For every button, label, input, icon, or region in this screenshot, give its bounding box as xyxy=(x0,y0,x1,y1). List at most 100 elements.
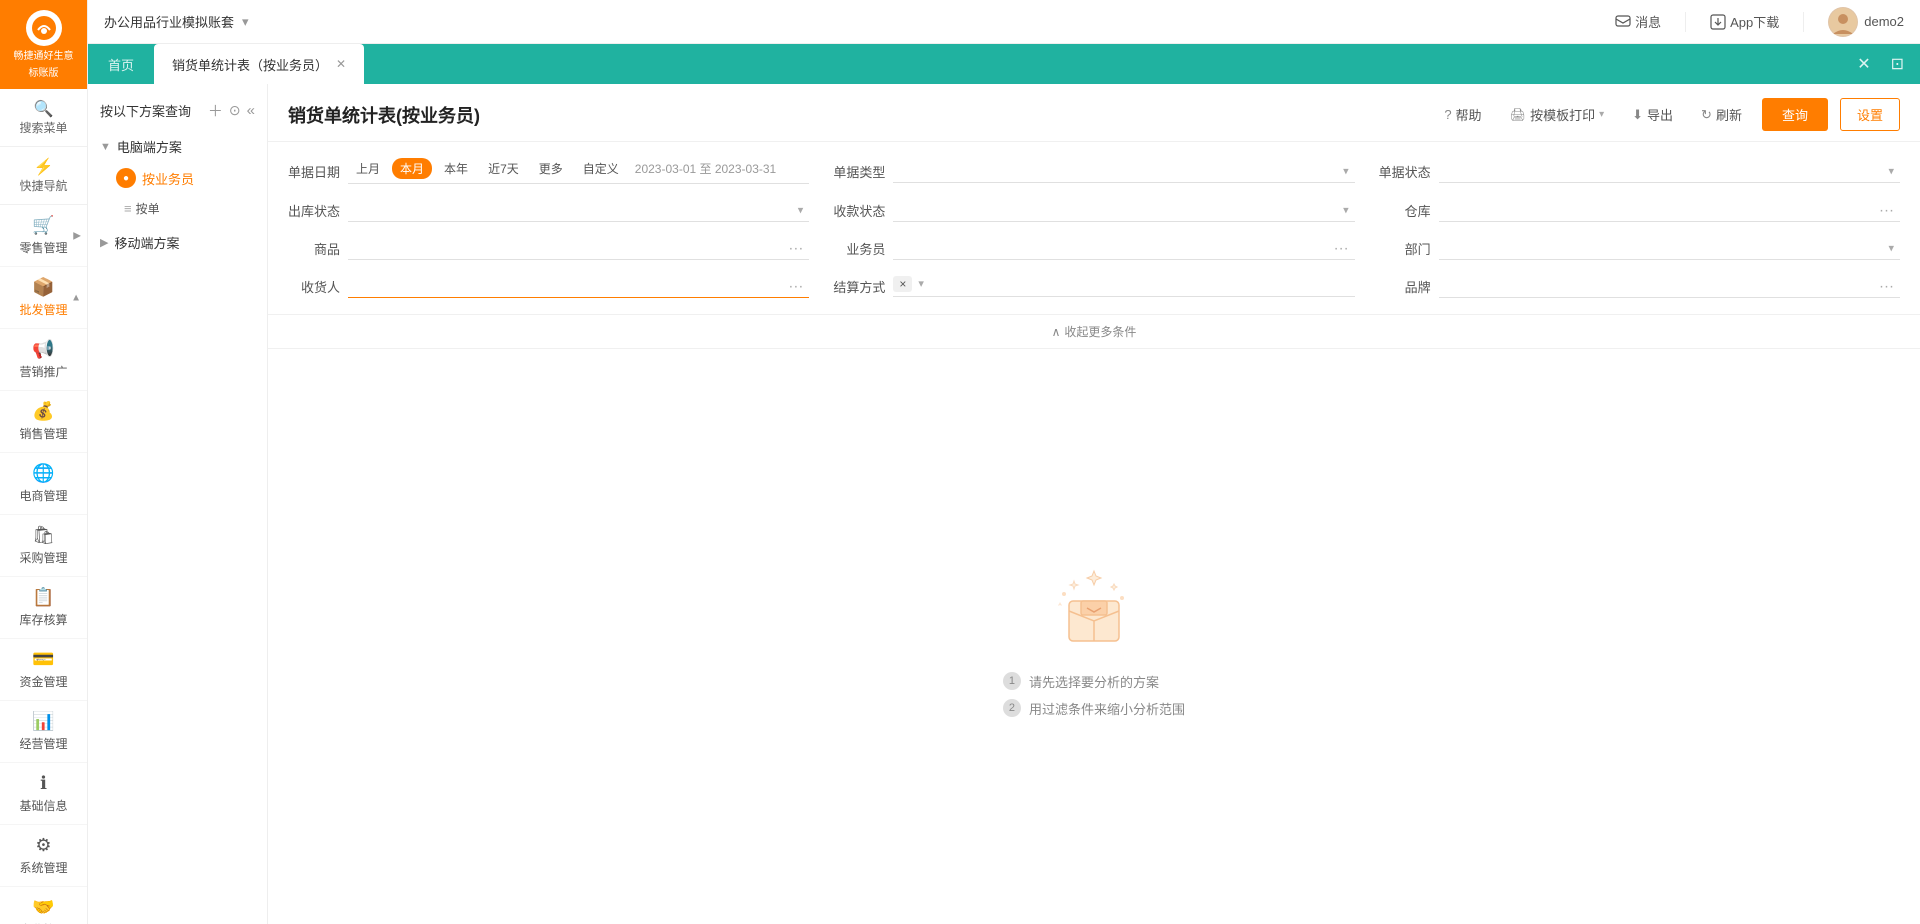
help-btn[interactable]: ? 帮助 xyxy=(1436,101,1489,128)
scheme-panel-title: 按以下方案查询 xyxy=(100,101,191,120)
settlement-tag[interactable]: × xyxy=(893,276,912,292)
sidebar-item-retail[interactable]: 🛒 零售管理 ▶ xyxy=(0,205,87,267)
user-avatar-wrap[interactable]: demo2 xyxy=(1828,7,1904,37)
sidebar-item-basic[interactable]: ℹ 基础信息 xyxy=(0,763,87,825)
scheme-edit-btn[interactable]: ⊙ xyxy=(229,102,241,119)
doc-type-select[interactable] xyxy=(893,159,1354,183)
doc-status-control: ▾ xyxy=(1439,159,1900,183)
sidebar-item-wholesale[interactable]: 📦 批发管理 ▲ xyxy=(0,267,87,329)
filter-item-warehouse: 仓库 ··· xyxy=(1379,198,1900,222)
current-company[interactable]: 办公用品行业模拟账套 xyxy=(104,12,234,31)
sidebar-item-inventory[interactable]: 📋 库存核算 xyxy=(0,577,87,639)
date-btn-custom[interactable]: 自定义 xyxy=(575,158,627,179)
tab-restore-btn[interactable]: ✕ xyxy=(1851,52,1876,76)
sidebar-item-enterprise[interactable]: 🤝 企业协同 xyxy=(0,887,87,924)
print-btn[interactable]: 🖨 按模板打印 ▾ xyxy=(1502,101,1613,128)
sidebar-item-operations[interactable]: 📊 经营管理 xyxy=(0,701,87,763)
tab-home[interactable]: 首页 xyxy=(88,44,154,84)
payment-status-select[interactable] xyxy=(893,198,1354,222)
out-status-select[interactable] xyxy=(348,198,809,222)
scheme-sub-by-order-label: 按单 xyxy=(136,200,160,217)
empty-tip-2-text: 用过滤条件来缩小分析范围 xyxy=(1029,699,1185,718)
ecommerce-icon: 🌐 xyxy=(32,463,54,484)
sidebar-item-sales[interactable]: 💰 销售管理 xyxy=(0,391,87,453)
scheme-item-by-staff-label: 按业务员 xyxy=(142,169,194,188)
sidebar-item-marketing[interactable]: 📢 营销推广 xyxy=(0,329,87,391)
doc-status-select[interactable] xyxy=(1439,159,1900,183)
app-logo[interactable]: 畅捷通好生意 标账版 xyxy=(0,0,88,89)
payment-status-control: ▾ xyxy=(893,198,1354,222)
query-button[interactable]: 查询 xyxy=(1762,98,1828,131)
sidebar-item-wholesale-label: 批发管理 xyxy=(19,301,67,318)
filter-item-brand: 品牌 ··· xyxy=(1379,274,1900,298)
tab-close-icon[interactable]: ✕ xyxy=(336,57,346,71)
scheme-group-mobile: ▶ 移动端方案 xyxy=(88,227,267,258)
date-filter-row: 上月 本月 本年 近7天 更多 自定义 2023-03-01 至 2023-03… xyxy=(348,158,809,179)
marketing-icon: 📢 xyxy=(32,339,54,360)
scheme-group-desktop-title[interactable]: ▼ 电脑端方案 xyxy=(88,131,267,162)
sidebar: 畅捷通好生意 标账版 🔍 搜索菜单 ⚡ 快捷导航 🛒 零售管理 ▶ 📦 批发管理… xyxy=(0,0,88,924)
tab-sales-stat-label: 销货单统计表（按业务员） xyxy=(172,55,328,74)
doc-status-label: 单据状态 xyxy=(1379,162,1431,181)
receiver-input[interactable] xyxy=(348,274,809,298)
settings-button[interactable]: 设置 xyxy=(1840,98,1900,131)
print-label: 按模板打印 xyxy=(1530,105,1595,124)
sidebar-quick-label: 快捷导航 xyxy=(19,179,67,193)
inventory-icon: 📋 xyxy=(32,587,54,608)
warehouse-control: ··· xyxy=(1439,198,1900,222)
brand-input[interactable] xyxy=(1439,274,1900,298)
date-btn-this-year[interactable]: 本年 xyxy=(436,158,476,179)
collapse-btn[interactable]: ∧ 收起更多条件 xyxy=(1052,323,1137,340)
scheme-sub-item-by-order[interactable]: ≡ 按单 xyxy=(88,194,267,223)
retail-arrow: ▶ xyxy=(73,230,81,241)
filter-row-4: 收货人 ··· 结算方式 × ▾ xyxy=(288,274,1900,298)
goods-input[interactable] xyxy=(348,236,809,260)
content-area: 销货单统计表(按业务员) ? 帮助 🖨 按模板打印 ▾ ⬇ 导出 xyxy=(268,84,1920,924)
out-status-label: 出库状态 xyxy=(288,201,340,220)
staff-input[interactable] xyxy=(893,236,1354,260)
refresh-btn[interactable]: ↻ 刷新 xyxy=(1693,101,1750,128)
sidebar-search[interactable]: 🔍 搜索菜单 xyxy=(0,89,87,147)
user-avatar xyxy=(1828,7,1858,37)
help-label: 帮助 xyxy=(1456,105,1482,124)
message-label: 消息 xyxy=(1635,12,1661,31)
tab-expand-btn[interactable]: ⊡ xyxy=(1885,52,1910,76)
warehouse-input[interactable] xyxy=(1439,198,1900,222)
basic-icon: ℹ xyxy=(40,773,47,794)
finance-icon: 💳 xyxy=(32,649,54,670)
empty-tip-2: 2 用过滤条件来缩小分析范围 xyxy=(1003,699,1185,718)
app-download-btn[interactable]: App下载 xyxy=(1710,12,1779,31)
dept-control: ▾ xyxy=(1439,236,1900,260)
settlement-dropdown-arrow[interactable]: ▾ xyxy=(918,277,924,290)
content-header: 销货单统计表(按业务员) ? 帮助 🖨 按模板打印 ▾ ⬇ 导出 xyxy=(268,84,1920,142)
dept-select[interactable] xyxy=(1439,236,1900,260)
sidebar-item-ecommerce-label: 电商管理 xyxy=(19,487,67,504)
export-btn[interactable]: ⬇ 导出 xyxy=(1624,101,1681,128)
tab-sales-stat[interactable]: 销货单统计表（按业务员） ✕ xyxy=(154,44,364,84)
scheme-collapse-btn[interactable]: « xyxy=(247,102,255,119)
sidebar-quick-nav[interactable]: ⚡ 快捷导航 xyxy=(0,147,87,205)
date-label: 单据日期 xyxy=(288,162,340,181)
settlement-tag-x[interactable]: × xyxy=(899,277,906,291)
filter-item-doc-status: 单据状态 ▾ xyxy=(1379,159,1900,183)
date-btn-this-month[interactable]: 本月 xyxy=(392,158,432,179)
print-dropdown-arrow[interactable]: ▾ xyxy=(1599,109,1604,120)
sidebar-item-finance[interactable]: 💳 资金管理 xyxy=(0,639,87,701)
scheme-group-mobile-title[interactable]: ▶ 移动端方案 xyxy=(88,227,267,258)
receiver-label: 收货人 xyxy=(288,277,340,296)
sidebar-item-ecommerce[interactable]: 🌐 电商管理 xyxy=(0,453,87,515)
date-btn-last7[interactable]: 近7天 xyxy=(480,158,527,179)
sidebar-item-system[interactable]: ⚙ 系统管理 xyxy=(0,825,87,887)
company-dropdown-arrow[interactable]: ▾ xyxy=(242,14,249,30)
scheme-add-btn[interactable]: ＋ xyxy=(208,100,223,121)
date-btn-more[interactable]: 更多 xyxy=(531,158,571,179)
date-btn-last-month[interactable]: 上月 xyxy=(348,158,388,179)
doc-type-control: ▾ xyxy=(893,159,1354,183)
header-right: 消息 App下载 demo2 xyxy=(1615,7,1904,37)
filter-item-receiver: 收货人 ··· xyxy=(288,274,809,298)
group-expand-arrow: ▼ xyxy=(100,141,111,153)
scheme-item-by-staff[interactable]: ● 按业务员 xyxy=(88,162,267,194)
sidebar-item-purchase[interactable]: 🛍 采购管理 xyxy=(0,515,87,577)
message-btn[interactable]: 消息 xyxy=(1615,12,1661,31)
settlement-control: × ▾ xyxy=(893,276,1354,297)
